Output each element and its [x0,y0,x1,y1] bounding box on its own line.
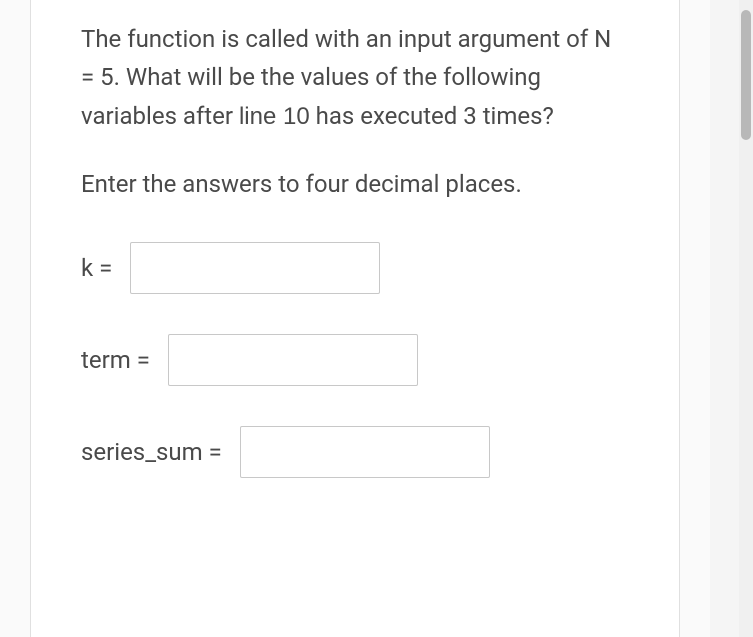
input-row-series-sum: series_sum = [81,426,629,478]
line10-reference: line 10 [239,103,310,130]
instruction-text: Enter the answers to four decimal places… [81,166,629,202]
input-row-term: term = [81,334,629,386]
input-series-sum[interactable] [240,426,490,478]
question-card: The function is called with an input arg… [30,0,680,637]
label-k: k = [81,254,112,282]
input-row-k: k = [81,242,629,294]
input-k[interactable] [130,242,380,294]
scrollbar-thumb[interactable] [741,10,751,140]
input-term[interactable] [168,334,418,386]
question-text-part2: has executed 3 times? [310,102,554,130]
label-term: term = [81,346,150,374]
page-container: The function is called with an input arg… [0,0,710,637]
label-series-sum: series_sum = [81,438,222,466]
question-paragraph: The function is called with an input arg… [81,20,629,136]
scrollbar-track[interactable] [739,0,753,637]
